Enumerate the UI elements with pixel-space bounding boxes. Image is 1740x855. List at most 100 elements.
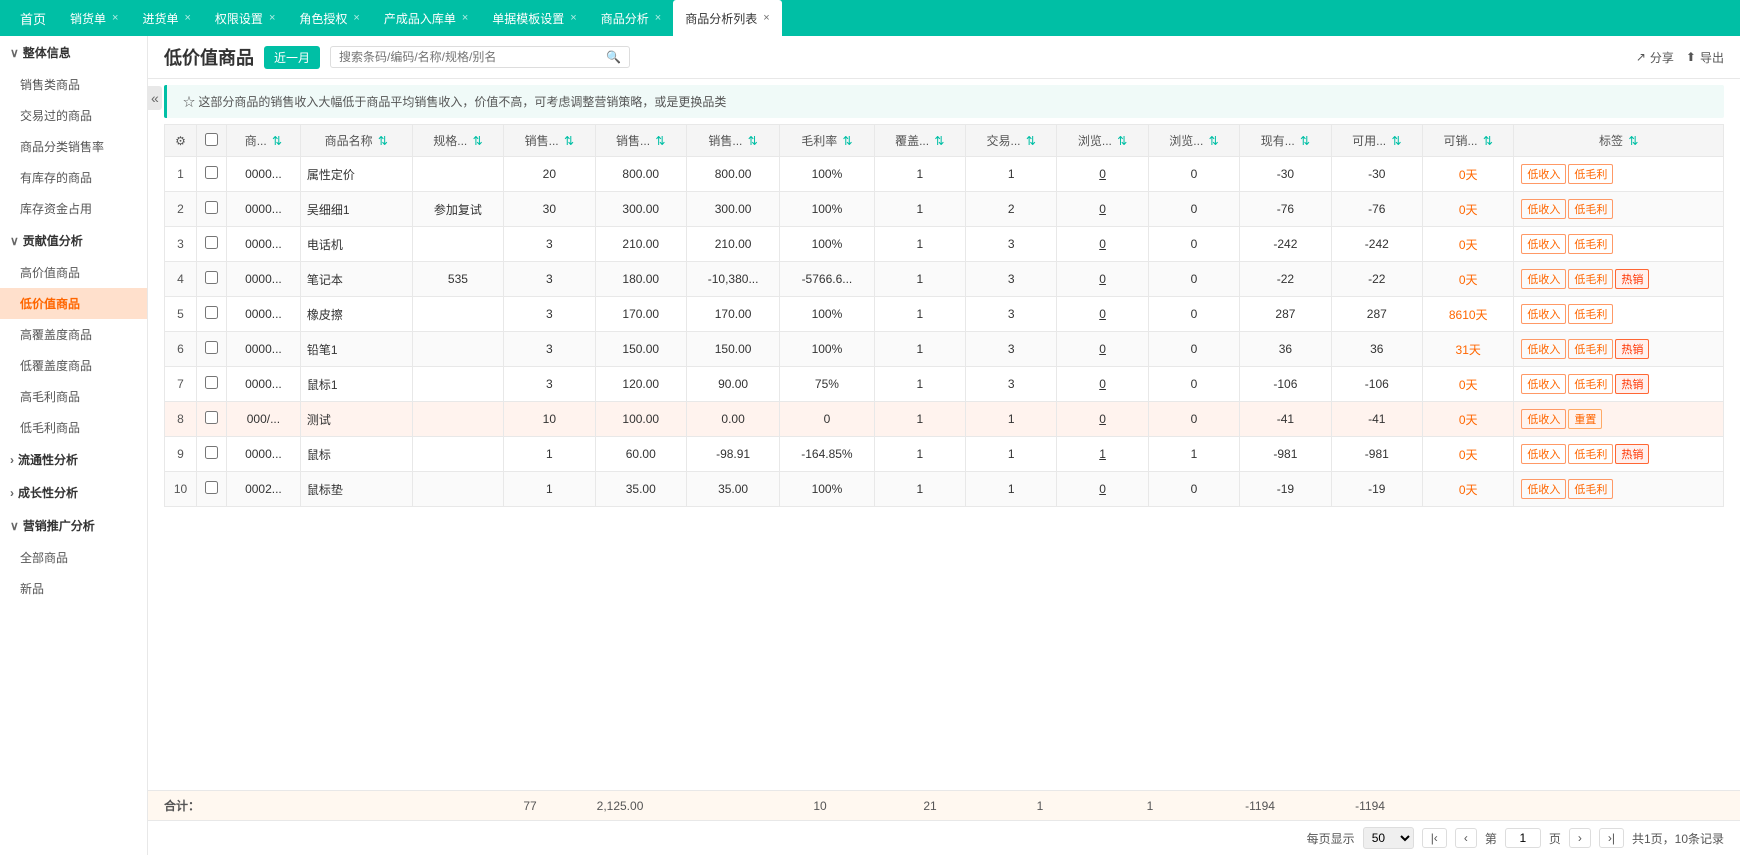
td-coverage: 1 xyxy=(874,297,965,332)
nav-sales[interactable]: 销货单 × xyxy=(58,0,130,36)
filter-button[interactable]: 近一月 xyxy=(264,46,320,69)
sidebar-group-growth[interactable]: › 成长性分析 xyxy=(0,476,147,509)
browse-link[interactable]: 0 xyxy=(1099,307,1106,321)
row-checkbox[interactable] xyxy=(205,446,218,459)
nav-products-storage[interactable]: 产成品入库单 × xyxy=(372,0,480,36)
row-checkbox[interactable] xyxy=(205,306,218,319)
footer-sales-qty: 77 xyxy=(500,799,560,813)
browse-link[interactable]: 1 xyxy=(1099,447,1106,461)
td-available: -981 xyxy=(1331,437,1422,472)
prev-page-button[interactable]: ‹ xyxy=(1455,828,1477,848)
browse-link[interactable]: 0 xyxy=(1099,482,1106,496)
browse-link[interactable]: 0 xyxy=(1099,202,1106,216)
th-settings[interactable]: ⚙ xyxy=(165,125,197,157)
browse-link[interactable]: 0 xyxy=(1099,412,1106,426)
row-checkbox[interactable] xyxy=(205,481,218,494)
page-input[interactable] xyxy=(1505,828,1541,848)
close-products-storage-icon[interactable]: × xyxy=(462,12,468,24)
td-tags: 低收入低毛利 xyxy=(1514,472,1724,507)
sidebar-item-all-products[interactable]: 全部商品 xyxy=(0,542,147,573)
sidebar-item-high-margin[interactable]: 高毛利商品 xyxy=(0,381,147,412)
td-sales-amount: 210.00 xyxy=(686,227,779,262)
close-product-analysis-list-icon[interactable]: × xyxy=(763,12,769,24)
browse-link[interactable]: 0 xyxy=(1099,167,1106,181)
tag-label: 低收入 xyxy=(1521,304,1566,324)
browse-link[interactable]: 0 xyxy=(1099,342,1106,356)
nav-template-settings[interactable]: 单据模板设置 × xyxy=(480,0,588,36)
select-all-checkbox[interactable] xyxy=(205,133,218,146)
td-tags: 低收入低毛利 xyxy=(1514,192,1724,227)
td-sales-amount: 170.00 xyxy=(686,297,779,332)
close-product-analysis-icon[interactable]: × xyxy=(655,12,661,24)
td-browse2: 0 xyxy=(1148,402,1239,437)
td-code: 0002... xyxy=(227,472,301,507)
first-page-button[interactable]: |‹ xyxy=(1422,828,1447,848)
td-tags: 低收入低毛利热销 xyxy=(1514,262,1724,297)
sidebar-collapse-button[interactable]: « xyxy=(148,86,162,110)
td-name: 笔记本 xyxy=(300,262,412,297)
td-name: 鼠标 xyxy=(300,437,412,472)
th-spec: 规格... ⇅ xyxy=(412,125,503,157)
content-area: 低价值商品 近一月 🔍 ↗ 分享 ⬆ 导出 ☆ 这部分商品的销售收入大幅低于商品… xyxy=(148,36,1740,855)
sidebar-item-category-sales-rate[interactable]: 商品分类销售率 xyxy=(0,131,147,162)
search-box[interactable]: 🔍 xyxy=(330,46,630,68)
nav-purchase[interactable]: 进货单 × xyxy=(130,0,202,36)
sidebar-item-new-products[interactable]: 新品 xyxy=(0,573,147,604)
td-sales-qty: 3 xyxy=(504,367,595,402)
th-coverage: 覆盖... ⇅ xyxy=(874,125,965,157)
nav-roles[interactable]: 角色授权 × xyxy=(287,0,371,36)
page-size-select[interactable]: 50 100 200 xyxy=(1363,827,1414,849)
sidebar-item-high-value[interactable]: 高价值商品 xyxy=(0,257,147,288)
close-permissions-icon[interactable]: × xyxy=(269,12,275,24)
td-tags: 低收入低毛利热销 xyxy=(1514,367,1724,402)
browse-link[interactable]: 0 xyxy=(1099,272,1106,286)
footer-transaction: 21 xyxy=(900,799,960,813)
tag-hot: 热销 xyxy=(1615,269,1649,289)
sidebar-item-low-margin[interactable]: 低毛利商品 xyxy=(0,412,147,443)
sidebar-group-liquidity[interactable]: › 流通性分析 xyxy=(0,443,147,476)
th-browse2: 浏览... ⇅ xyxy=(1148,125,1239,157)
close-sales-icon[interactable]: × xyxy=(112,12,118,24)
close-roles-icon[interactable]: × xyxy=(353,12,359,24)
row-checkbox[interactable] xyxy=(205,236,218,249)
next-page-button[interactable]: › xyxy=(1569,828,1591,848)
nav-product-analysis[interactable]: 商品分析 × xyxy=(589,0,673,36)
last-page-button[interactable]: ›| xyxy=(1599,828,1624,848)
browse-link[interactable]: 0 xyxy=(1099,237,1106,251)
browse-link[interactable]: 0 xyxy=(1099,377,1106,391)
sidebar-item-traded-products[interactable]: 交易过的商品 xyxy=(0,100,147,131)
sidebar-group-marketing[interactable]: ∨ 营销推广分析 xyxy=(0,509,147,542)
row-checkbox[interactable] xyxy=(205,341,218,354)
sidebar-item-inventory-fund[interactable]: 库存资金占用 xyxy=(0,193,147,224)
td-spec: 535 xyxy=(412,262,503,297)
arrow-right-icon2: › xyxy=(10,486,14,500)
td-num: 6 xyxy=(165,332,197,367)
search-input[interactable] xyxy=(339,50,606,64)
sidebar-item-in-stock-products[interactable]: 有库存的商品 xyxy=(0,162,147,193)
table-row: 9 0000... 鼠标 1 60.00 -98.91 -164.85% 1 1… xyxy=(165,437,1724,472)
sidebar-item-sales-products[interactable]: 销售类商品 xyxy=(0,69,147,100)
td-tags: 低收入低毛利热销 xyxy=(1514,332,1724,367)
row-checkbox[interactable] xyxy=(205,376,218,389)
nav-permissions[interactable]: 权限设置 × xyxy=(203,0,287,36)
sidebar-group-overall[interactable]: ∨ 整体信息 xyxy=(0,36,147,69)
nav-home[interactable]: 首页 xyxy=(8,0,58,36)
sidebar-item-low-coverage[interactable]: 低覆盖度商品 xyxy=(0,350,147,381)
td-current-stock: 287 xyxy=(1240,297,1331,332)
td-browse1: 0 xyxy=(1057,192,1148,227)
row-checkbox[interactable] xyxy=(205,411,218,424)
td-sales-qty: 3 xyxy=(504,332,595,367)
row-checkbox[interactable] xyxy=(205,166,218,179)
sidebar-item-high-coverage[interactable]: 高覆盖度商品 xyxy=(0,319,147,350)
close-template-settings-icon[interactable]: × xyxy=(570,12,576,24)
nav-product-analysis-list[interactable]: 商品分析列表 × xyxy=(673,0,781,36)
row-checkbox[interactable] xyxy=(205,201,218,214)
sidebar-group-contribution[interactable]: ∨ 贡献值分析 xyxy=(0,224,147,257)
export-button[interactable]: ⬆ 导出 xyxy=(1686,49,1724,66)
row-checkbox[interactable] xyxy=(205,271,218,284)
table-row: 1 0000... 属性定价 20 800.00 800.00 100% 1 1… xyxy=(165,157,1724,192)
close-purchase-icon[interactable]: × xyxy=(184,12,190,24)
footer-totals: 合计： 77 2,125.00 10 21 1 1 -1194 -1194 xyxy=(148,790,1740,820)
sidebar-item-low-value[interactable]: 低价值商品 xyxy=(0,288,147,319)
share-button[interactable]: ↗ 分享 xyxy=(1636,49,1674,66)
